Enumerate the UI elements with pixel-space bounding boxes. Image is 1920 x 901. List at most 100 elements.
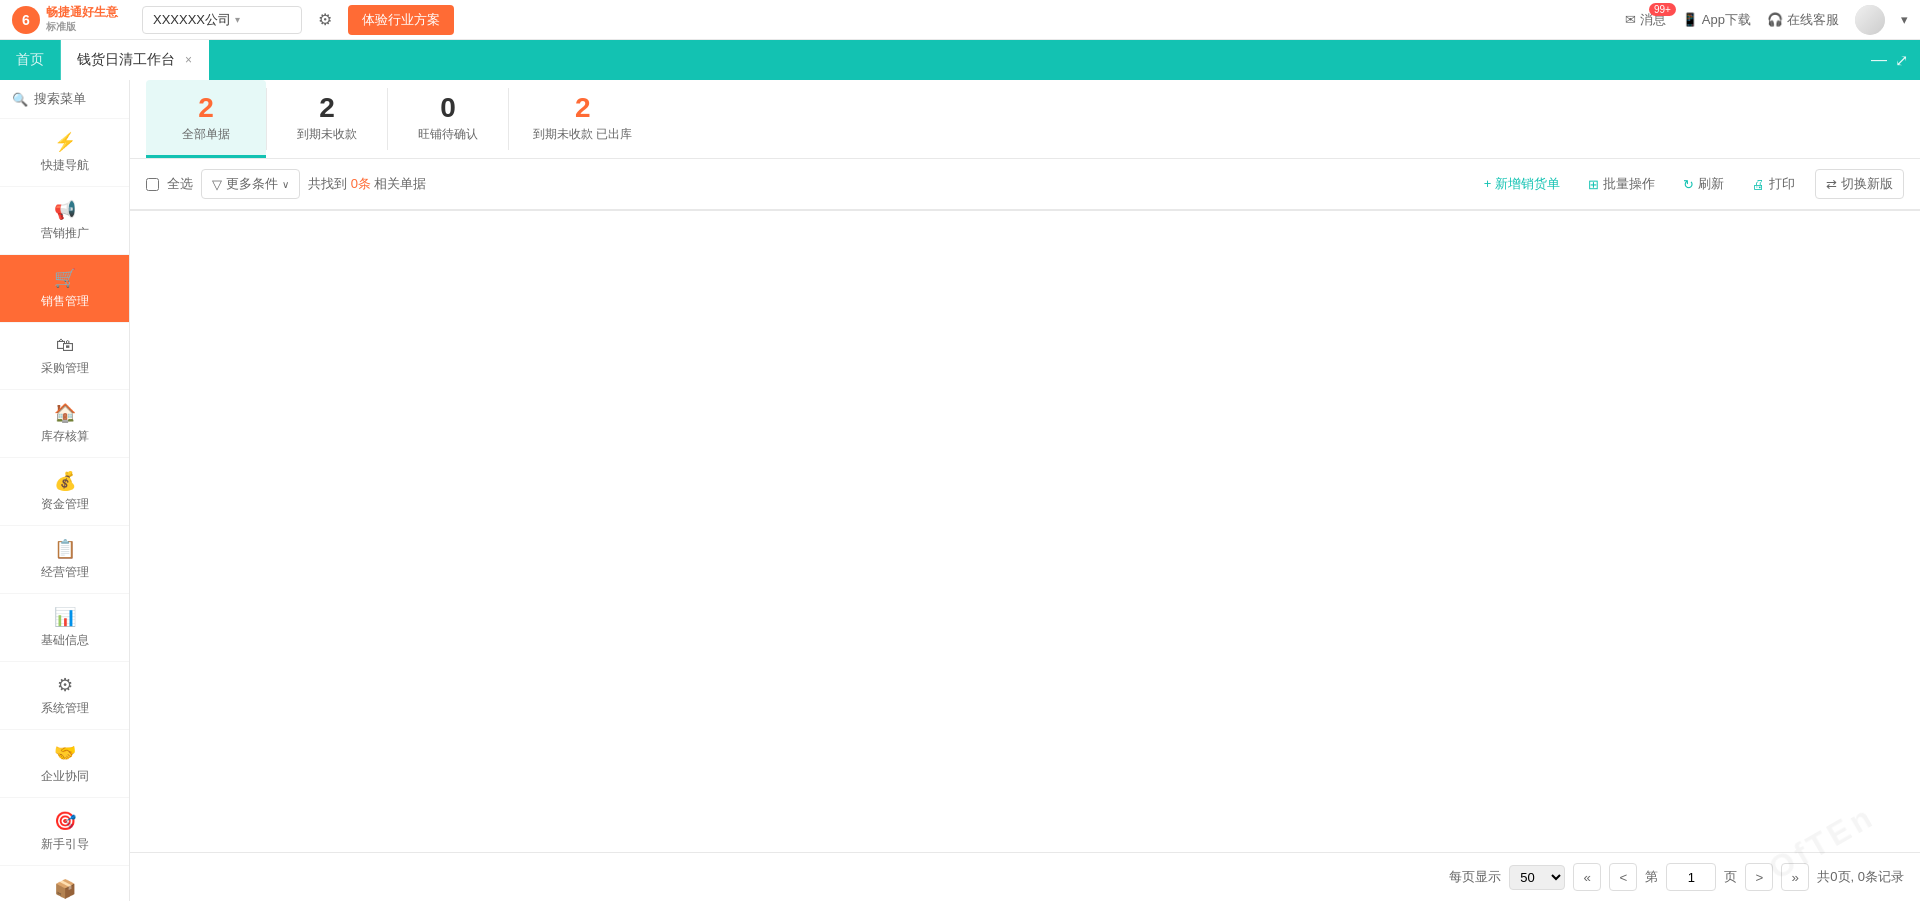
sidebar-item-appstore[interactable]: 📦 应用中心 (0, 866, 129, 901)
tab-close-icon[interactable]: × (185, 53, 192, 67)
main-layout: 🔍 搜索菜单 ⚡ 快捷导航 📢 营销推广 🛒 销售管理 🛍 采购管理 🏠 库存核… (0, 80, 1920, 901)
company-selector[interactable]: XXXXXX公司 ▾ (142, 6, 302, 34)
purchase-icon: 🛍 (56, 335, 74, 356)
tab-bar-right: — ⤢ (1871, 51, 1920, 70)
sidebar-label-quick-nav: 快捷导航 (41, 157, 89, 174)
stat-label-shipped: 到期未收款 已出库 (533, 126, 632, 143)
batch-operation-button[interactable]: ⊞ 批量操作 (1580, 170, 1663, 198)
stat-tab-all[interactable]: 2 全部单据 (146, 80, 266, 158)
trial-button[interactable]: 体验行业方案 (348, 5, 454, 35)
sidebar-item-base[interactable]: 📊 基础信息 (0, 594, 129, 662)
app-label: App下载 (1702, 11, 1751, 29)
toolbar-right: + 新增销货单 ⊞ 批量操作 ↻ 刷新 🖨 打印 ⇄ 切换新版 (1476, 169, 1904, 199)
avatar-image (1855, 5, 1885, 35)
inventory-icon: 🏠 (54, 402, 76, 424)
tab-minimize-btn[interactable]: — (1871, 51, 1887, 69)
tab-workbench[interactable]: 钱货日清工作台 × (61, 40, 209, 80)
sidebar-search-label: 搜索菜单 (34, 90, 86, 108)
stat-tab-pending[interactable]: 0 旺铺待确认 (388, 80, 508, 158)
chevron-down-icon: ▾ (1901, 12, 1908, 27)
finance-icon: 💰 (54, 470, 76, 492)
service-label: 在线客服 (1787, 11, 1839, 29)
sidebar-label-finance: 资金管理 (41, 496, 89, 513)
sidebar-label-sales: 销售管理 (41, 293, 89, 310)
prev-page-button[interactable]: < (1609, 863, 1637, 891)
quick-nav-icon: ⚡ (54, 131, 76, 153)
stat-num-overdue: 2 (319, 92, 335, 124)
sidebar-item-operations[interactable]: 📋 经营管理 (0, 526, 129, 594)
tab-home[interactable]: 首页 (0, 40, 61, 80)
sidebar-label-inventory: 库存核算 (41, 428, 89, 445)
print-icon: 🖨 (1752, 177, 1765, 192)
switch-label: 切换新版 (1841, 175, 1893, 193)
stat-tab-shipped[interactable]: 2 到期未收款 已出库 (509, 80, 656, 158)
sidebar-item-sales[interactable]: 🛒 销售管理 (0, 255, 129, 323)
user-menu-button[interactable]: ▾ (1901, 12, 1908, 27)
tab-workbench-label: 钱货日清工作台 (77, 51, 175, 69)
sales-icon: 🛒 (54, 267, 76, 289)
company-arrow: ▾ (235, 14, 240, 25)
sidebar-search[interactable]: 🔍 搜索菜单 (0, 80, 129, 119)
print-button[interactable]: 🖨 打印 (1744, 170, 1803, 198)
marketing-icon: 📢 (54, 199, 76, 221)
logo-sub: 标准版 (46, 20, 118, 34)
avatar[interactable] (1855, 5, 1885, 35)
page-number-input[interactable] (1666, 863, 1716, 891)
page-size-label: 每页显示 (1449, 868, 1501, 886)
tab-home-label: 首页 (16, 51, 44, 69)
system-icon: ⚙ (57, 674, 73, 696)
sidebar-label-marketing: 营销推广 (41, 225, 89, 242)
refresh-icon: ↻ (1683, 177, 1694, 192)
top-bar: 6 畅捷通好生意 标准版 XXXXXX公司 ▾ ⚙ 体验行业方案 ✉ 消息 99… (0, 0, 1920, 40)
logo-name: 畅捷通好生意 (46, 5, 118, 21)
stat-tab-overdue[interactable]: 2 到期未收款 (267, 80, 387, 158)
switch-icon: ⇄ (1826, 177, 1837, 192)
stat-num-shipped: 2 (575, 92, 591, 124)
app-download-button[interactable]: 📱 App下载 (1682, 11, 1751, 29)
company-name: XXXXXX公司 (153, 11, 231, 29)
sidebar-item-guide[interactable]: 🎯 新手引导 (0, 798, 129, 866)
content-area: 2 全部单据 2 到期未收款 0 旺铺待确认 2 到期未收款 已出库 全选 (130, 80, 1920, 901)
sidebar-item-purchase[interactable]: 🛍 采购管理 (0, 323, 129, 390)
tab-maximize-btn[interactable]: ⤢ (1895, 51, 1908, 70)
top-right-area: ✉ 消息 99+ 📱 App下载 🎧 在线客服 ▾ (1625, 5, 1908, 35)
sidebar: 🔍 搜索菜单 ⚡ 快捷导航 📢 营销推广 🛒 销售管理 🛍 采购管理 🏠 库存核… (0, 80, 130, 901)
toolbar: 全选 ▽ 更多条件 ∨ 共找到 0条 相关单据 + 新增销货单 ⊞ 批量操作 (130, 159, 1920, 210)
message-badge: 99+ (1649, 3, 1676, 16)
next-page-button[interactable]: > (1745, 863, 1773, 891)
found-text: 共找到 0条 相关单据 (308, 175, 426, 193)
sidebar-item-system[interactable]: ⚙ 系统管理 (0, 662, 129, 730)
refresh-button[interactable]: ↻ 刷新 (1675, 170, 1732, 198)
sidebar-label-guide: 新手引导 (41, 836, 89, 853)
sidebar-item-enterprise[interactable]: 🤝 企业协同 (0, 730, 129, 798)
new-sale-button[interactable]: + 新增销货单 (1476, 170, 1568, 198)
service-button[interactable]: 🎧 在线客服 (1767, 11, 1839, 29)
print-label: 打印 (1769, 175, 1795, 193)
filter-arrow-icon: ∨ (282, 179, 289, 190)
sidebar-item-inventory[interactable]: 🏠 库存核算 (0, 390, 129, 458)
page-text2: 页 (1724, 868, 1737, 886)
sidebar-label-system: 系统管理 (41, 700, 89, 717)
page-size-select[interactable]: 50 100 (1509, 865, 1565, 890)
first-page-button[interactable]: « (1573, 863, 1601, 891)
stat-num-pending: 0 (440, 92, 456, 124)
batch-icon: ⊞ (1588, 177, 1599, 192)
page-text: 第 (1645, 868, 1658, 886)
logo-icon: 6 (12, 6, 40, 34)
app-icon: 📱 (1682, 12, 1698, 27)
filter-icon: ▽ (212, 177, 222, 192)
select-all-checkbox[interactable] (146, 178, 159, 191)
settings-button[interactable]: ⚙ (310, 5, 340, 35)
found-count: 0条 (351, 176, 371, 191)
sidebar-item-marketing[interactable]: 📢 营销推广 (0, 187, 129, 255)
enterprise-icon: 🤝 (54, 742, 76, 764)
last-page-button[interactable]: » (1781, 863, 1809, 891)
sidebar-item-quick-nav[interactable]: ⚡ 快捷导航 (0, 119, 129, 187)
filter-button[interactable]: ▽ 更多条件 ∨ (201, 169, 300, 199)
tab-bar: 首页 钱货日清工作台 × — ⤢ (0, 40, 1920, 80)
sidebar-item-finance[interactable]: 💰 资金管理 (0, 458, 129, 526)
service-icon: 🎧 (1767, 12, 1783, 27)
total-info: 共0页, 0条记录 (1817, 868, 1904, 886)
message-button[interactable]: ✉ 消息 99+ (1625, 11, 1666, 29)
switch-version-button[interactable]: ⇄ 切换新版 (1815, 169, 1904, 199)
